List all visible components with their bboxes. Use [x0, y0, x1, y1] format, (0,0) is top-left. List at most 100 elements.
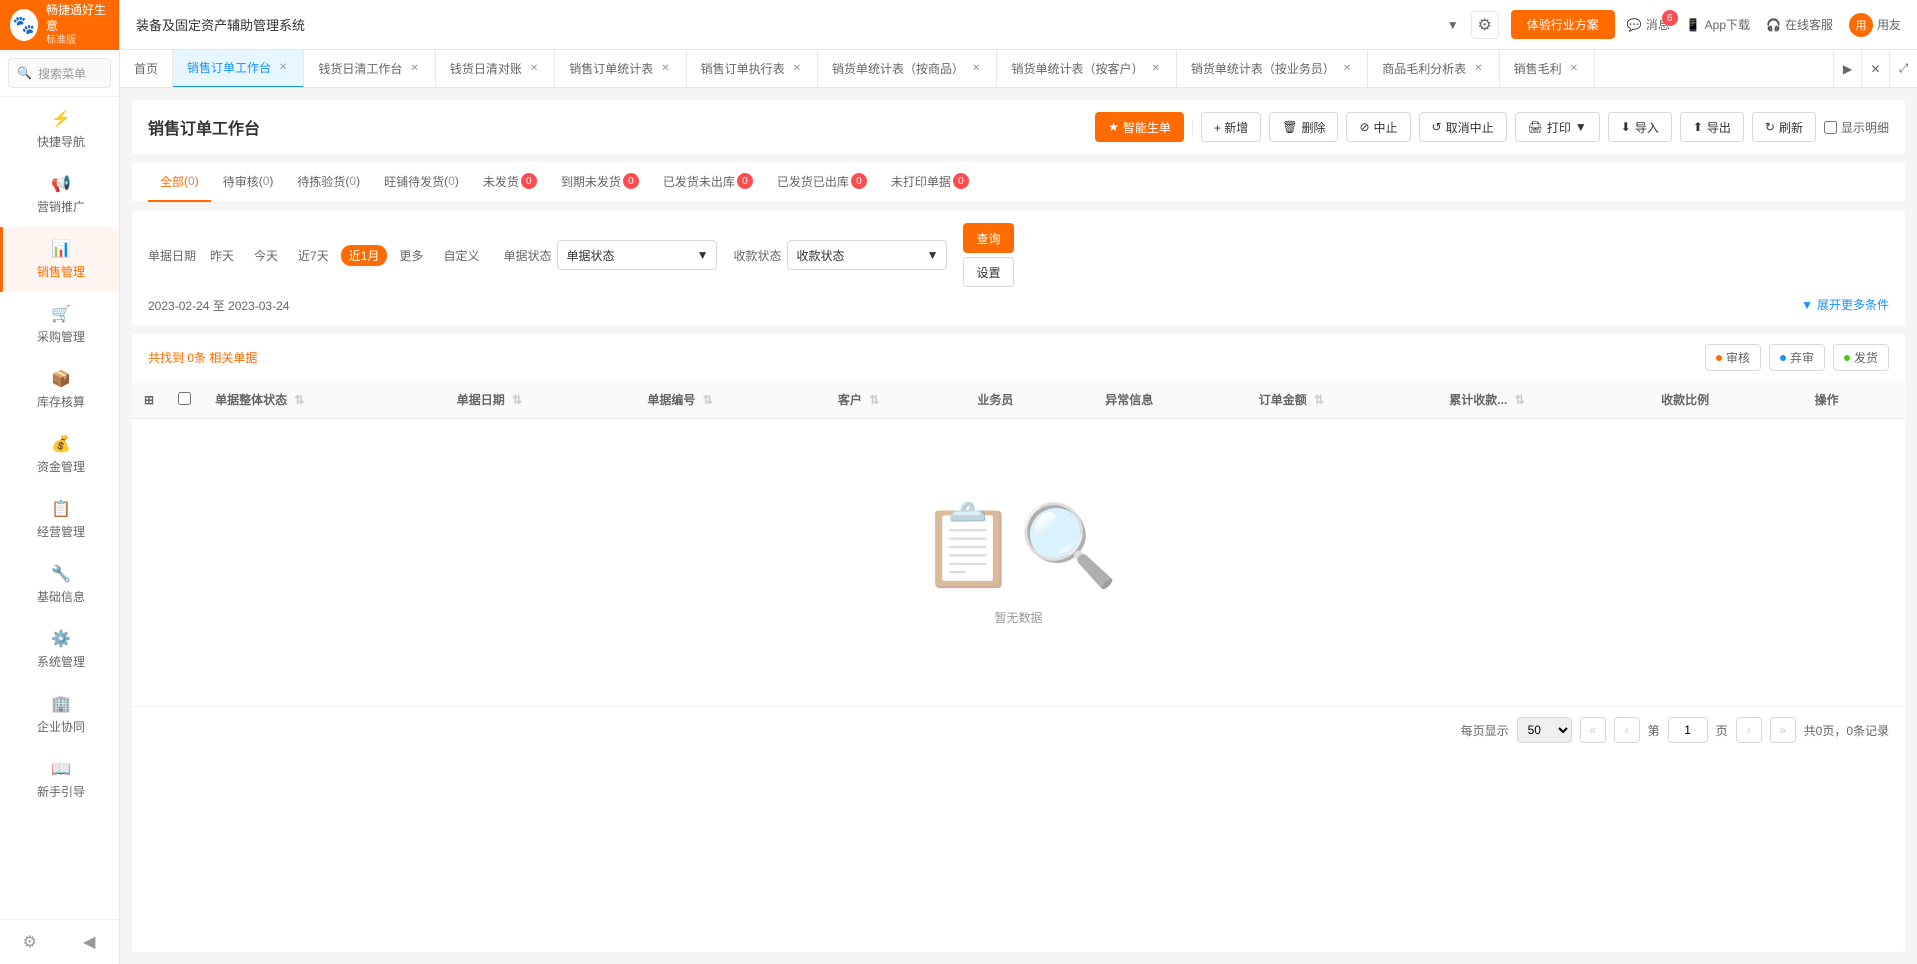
tab-sales-workbench[interactable]: 销售订单工作台 ✕ — [173, 50, 304, 88]
tab-close-all-btn[interactable]: ✕ — [1861, 50, 1889, 88]
smart-create-btn[interactable]: ★ 智能生单 — [1095, 112, 1184, 142]
tab-home[interactable]: 首页 — [120, 50, 173, 88]
filter-actions: 查询 设置 — [963, 223, 1013, 287]
filter-tab-not-shipped[interactable]: 未发货0 — [471, 162, 549, 202]
export-btn[interactable]: ⬆ 导出 — [1680, 112, 1744, 142]
expand-filter-btn[interactable]: ▼ 展开更多条件 — [1801, 296, 1889, 313]
tab-maximize-btn[interactable]: ⤢ — [1889, 50, 1917, 88]
sidebar-item-inventory[interactable]: 📦 库存核算 — [0, 357, 119, 422]
app-download-btn[interactable]: 📱 App下载 — [1686, 16, 1750, 33]
date-btn-7days[interactable]: 近7天 — [290, 245, 337, 266]
sidebar-item-purchase[interactable]: 🛒 采购管理 — [0, 292, 119, 357]
filter-tab-wangpu[interactable]: 旺铺待发货(0) — [372, 162, 471, 202]
tab-sales-stat-staff[interactable]: 销货单统计表（按业务员） ✕ — [1177, 50, 1368, 88]
date-btn-custom[interactable]: 自定义 — [435, 245, 487, 266]
tab-close-sales-exec[interactable]: ✕ — [791, 61, 803, 76]
sidebar-item-system[interactable]: ⚙️ 系统管理 — [0, 617, 119, 682]
last-page-btn[interactable]: » — [1770, 717, 1796, 743]
date-btn-1month[interactable]: 近1月 — [341, 245, 388, 266]
customer-sort-icon[interactable]: ⇅ — [869, 393, 879, 407]
date-btn-yesterday[interactable]: 昨天 — [202, 245, 242, 266]
status-sort-icon[interactable]: ⇅ — [294, 393, 304, 407]
topbar-dropdown[interactable]: ▼ — [1447, 18, 1459, 32]
date-btn-more[interactable]: 更多 — [391, 245, 431, 266]
filter-tab-pending-inspect[interactable]: 待拣验货(0) — [285, 162, 372, 202]
tab-close-sales-stat-staff[interactable]: ✕ — [1341, 61, 1353, 76]
filter-tab-shipped-not-out[interactable]: 已发货未出库0 — [651, 162, 765, 202]
tab-close-sales-workbench[interactable]: ✕ — [277, 60, 289, 75]
delete-btn[interactable]: 🗑 删除 — [1269, 112, 1338, 142]
filter-tab-overdue[interactable]: 到期未发货0 — [549, 162, 651, 202]
suspend-btn[interactable]: ⊘ 中止 — [1346, 112, 1410, 142]
import-btn[interactable]: ⬇ 导入 — [1608, 112, 1672, 142]
filter-tab-shipped-out[interactable]: 已发货已出库0 — [765, 162, 879, 202]
sidebar-item-finance[interactable]: 💰 资金管理 — [0, 422, 119, 487]
sidebar-item-operations[interactable]: 📋 经营管理 — [0, 487, 119, 552]
search-menu-button[interactable]: 🔍 搜索菜单 — [8, 58, 111, 88]
ship-action-btn[interactable]: 发货 — [1833, 344, 1889, 371]
tab-close-sales-stat-customer[interactable]: ✕ — [1149, 61, 1161, 76]
trial-button[interactable]: 体验行业方案 — [1511, 10, 1615, 39]
refresh-btn[interactable]: ↻ 刷新 — [1752, 112, 1816, 142]
select-all-checkbox[interactable] — [178, 392, 191, 405]
print-btn[interactable]: 🖨 打印 ▼ — [1515, 112, 1600, 142]
filter-settings-btn[interactable]: 设置 — [963, 257, 1013, 287]
sidebar-item-guide[interactable]: 📖 新手引导 — [0, 747, 119, 812]
first-page-btn[interactable]: « — [1580, 717, 1606, 743]
tab-sales-profit[interactable]: 销售毛利 ✕ — [1500, 50, 1595, 88]
sidebar-item-quick-nav[interactable]: ⚡ 快捷导航 — [0, 97, 119, 162]
sidebar-item-corp[interactable]: 🏢 企业协同 — [0, 682, 119, 747]
user-btn[interactable]: 用 用友 — [1849, 13, 1901, 37]
settings-bottom-btn[interactable]: ⚙ — [0, 920, 60, 964]
collapse-btn[interactable]: ◀ — [60, 920, 120, 964]
collected-sort-icon[interactable]: ⇅ — [1515, 393, 1525, 407]
amount-sort-icon[interactable]: ⇅ — [1314, 393, 1324, 407]
sidebar-item-sales[interactable]: 📊 销售管理 — [0, 227, 119, 292]
tab-sales-exec[interactable]: 销售订单执行表 ✕ — [687, 50, 818, 88]
filter-tab-all[interactable]: 全部(0) — [148, 162, 211, 202]
tab-close-sales-profit[interactable]: ✕ — [1568, 61, 1580, 76]
tab-sales-stat[interactable]: 销售订单统计表 ✕ — [555, 50, 686, 88]
query-btn[interactable]: 查询 — [963, 223, 1013, 253]
filter-tab-pending-audit[interactable]: 待审核(0) — [211, 162, 286, 202]
payment-filter-select[interactable]: 收款状态 ▼ — [787, 240, 947, 270]
sidebar-item-marketing[interactable]: 📢 营销推广 — [0, 162, 119, 227]
audit-action-btn[interactable]: 审核 — [1705, 344, 1761, 371]
page-size-select[interactable]: 50 10 20 100 — [1517, 717, 1572, 743]
column-config-icon[interactable]: ⊞ — [144, 393, 154, 407]
action-divider — [1192, 119, 1193, 135]
show-detail-checkbox[interactable] — [1824, 121, 1837, 134]
tab-product-margin[interactable]: 商品毛利分析表 ✕ — [1368, 50, 1499, 88]
inventory-icon: 📦 — [51, 369, 71, 389]
date-sort-icon[interactable]: ⇅ — [512, 393, 522, 407]
tab-close-sales-stat[interactable]: ✕ — [659, 61, 671, 76]
filter-tab-not-printed[interactable]: 未打印单据0 — [879, 162, 981, 202]
empty-text: 暂无数据 — [994, 609, 1042, 626]
msg-btn[interactable]: 💬 消息 6 — [1627, 16, 1670, 33]
tab-close-product-margin[interactable]: ✕ — [1472, 61, 1484, 76]
prev-page-btn[interactable]: ‹ — [1614, 717, 1640, 743]
status-filter-select[interactable]: 单据状态 ▼ — [557, 240, 717, 270]
tab-sales-stat-product[interactable]: 销货单统计表（按商品） ✕ — [818, 50, 997, 88]
cancel-suspend-btn[interactable]: ↺ 取消中止 — [1419, 112, 1507, 142]
sidebar-logo[interactable]: 🐾 畅捷通好生意 标准版 — [0, 0, 119, 50]
tab-bar: 首页 销售订单工作台 ✕ 钱货日清工作台 ✕ 钱货日清对账 ✕ 销售订单统计表 … — [120, 50, 1917, 88]
date-btn-today[interactable]: 今天 — [246, 245, 286, 266]
tab-scroll-right-btn[interactable]: ▶ — [1833, 50, 1861, 88]
tab-close-sales-stat-product[interactable]: ✕ — [970, 61, 982, 76]
tab-close-cash-reconcile[interactable]: ✕ — [528, 61, 540, 76]
cancel-audit-action-btn[interactable]: 弃审 — [1769, 344, 1825, 371]
date-range-display: 2023-02-24 至 2023-03-24 — [148, 297, 289, 314]
tab-close-cash-daily[interactable]: ✕ — [408, 61, 420, 76]
tab-cash-daily[interactable]: 钱货日清工作台 ✕ — [304, 50, 435, 88]
tab-cash-reconcile[interactable]: 钱货日清对账 ✕ — [436, 50, 555, 88]
next-page-btn[interactable]: › — [1736, 717, 1762, 743]
add-btn[interactable]: + 新增 — [1201, 112, 1261, 142]
topbar-gear-btn[interactable]: ⚙ — [1471, 11, 1499, 39]
service-btn[interactable]: 🎧 在线客服 — [1766, 16, 1833, 33]
tab-sales-stat-customer[interactable]: 销货单统计表（按客户） ✕ — [997, 50, 1176, 88]
sidebar-item-base[interactable]: 🔧 基础信息 — [0, 552, 119, 617]
page-number-input[interactable] — [1668, 717, 1708, 743]
show-detail-label[interactable]: 显示明细 — [1824, 119, 1889, 136]
num-sort-icon[interactable]: ⇅ — [703, 393, 713, 407]
